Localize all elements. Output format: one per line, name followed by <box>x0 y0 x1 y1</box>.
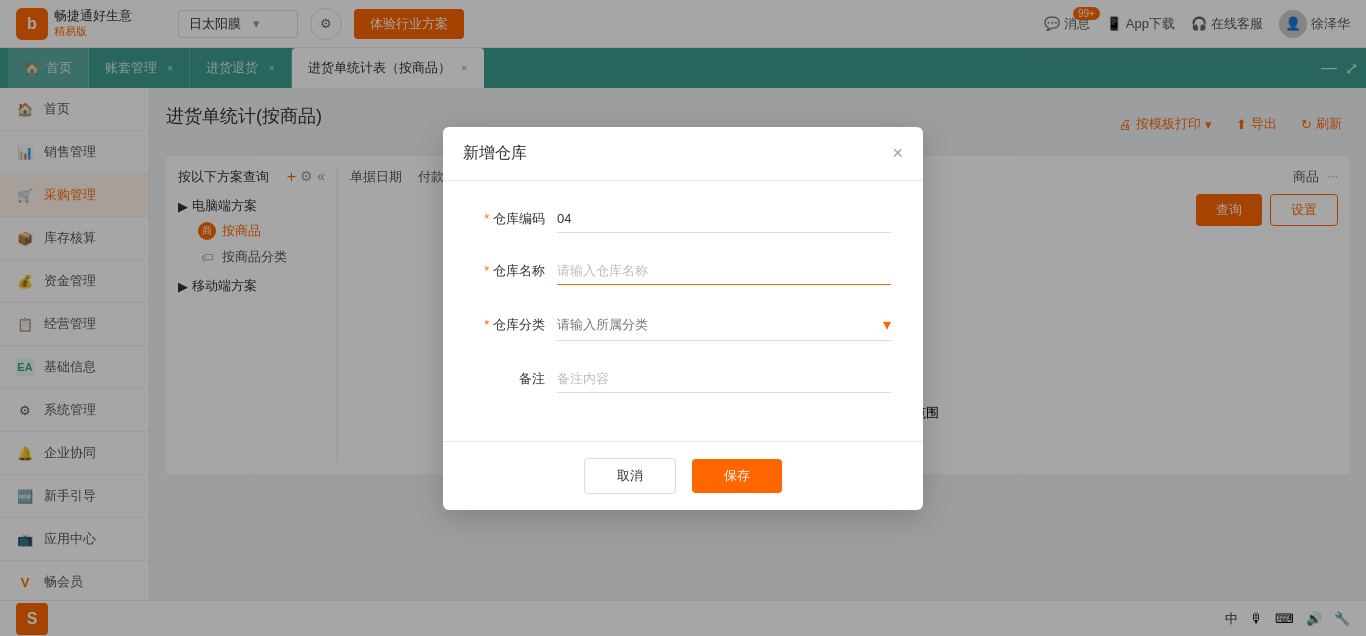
dialog-title: 新增仓库 <box>463 143 527 164</box>
code-label: 仓库编码 <box>475 210 545 228</box>
cancel-button[interactable]: 取消 <box>584 458 676 494</box>
category-dropdown-icon: ▾ <box>883 315 891 334</box>
category-select[interactable]: ▾ <box>557 309 891 341</box>
name-input[interactable] <box>557 257 891 285</box>
save-button[interactable]: 保存 <box>692 459 782 493</box>
new-warehouse-dialog: 新增仓库 × 仓库编码 仓库名称 仓库分类 ▾ <box>443 127 923 510</box>
category-input[interactable] <box>557 317 883 332</box>
form-row-code: 仓库编码 <box>475 205 891 233</box>
form-row-name: 仓库名称 <box>475 257 891 285</box>
form-row-note: 备注 <box>475 365 891 393</box>
form-row-category: 仓库分类 ▾ <box>475 309 891 341</box>
dialog-header: 新增仓库 × <box>443 127 923 181</box>
note-input[interactable] <box>557 365 891 393</box>
category-label: 仓库分类 <box>475 316 545 334</box>
dialog-footer: 取消 保存 <box>443 441 923 510</box>
dialog-overlay: 新增仓库 × 仓库编码 仓库名称 仓库分类 ▾ <box>0 0 1366 636</box>
code-input[interactable] <box>557 205 891 233</box>
name-label: 仓库名称 <box>475 262 545 280</box>
note-label: 备注 <box>475 370 545 388</box>
dialog-close-button[interactable]: × <box>892 143 903 164</box>
dialog-body: 仓库编码 仓库名称 仓库分类 ▾ 备注 <box>443 181 923 441</box>
